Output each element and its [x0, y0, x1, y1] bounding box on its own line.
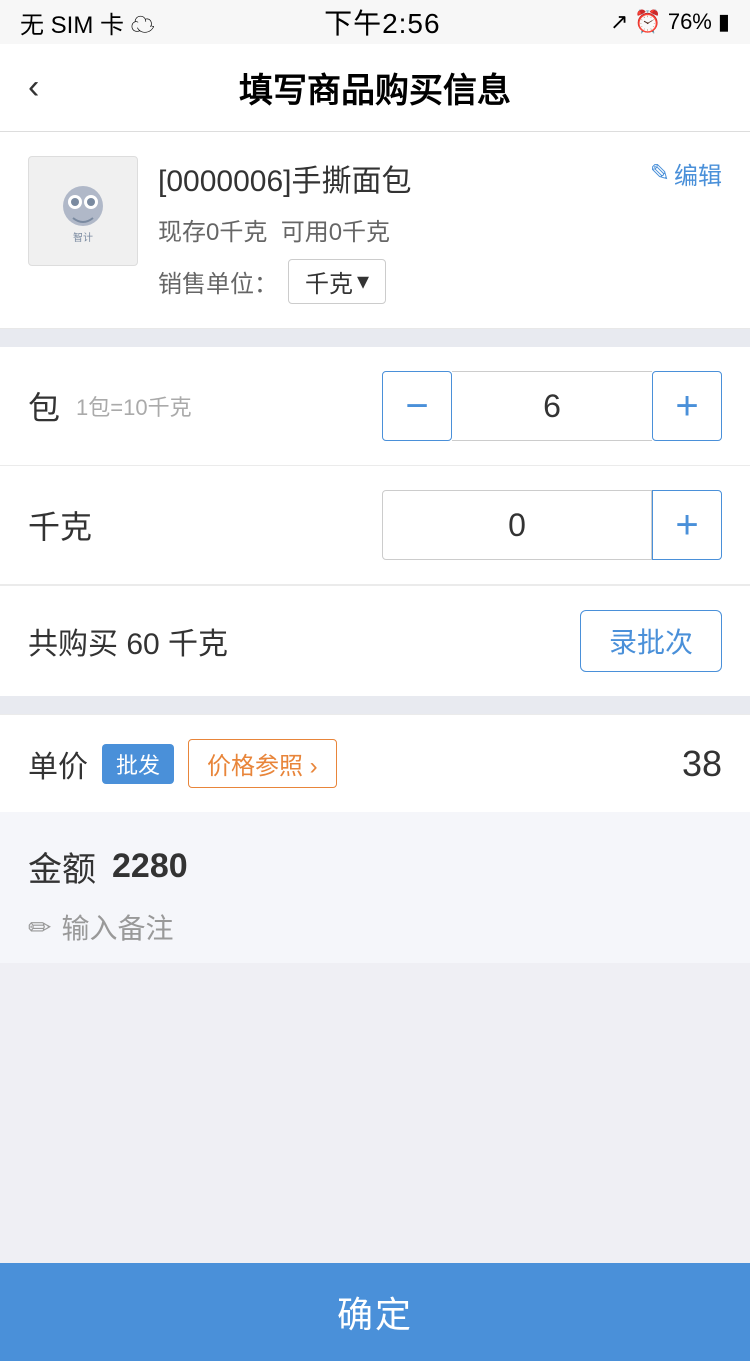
- amount-row: 金额 2280: [28, 842, 722, 891]
- price-reference-button[interactable]: 价格参照 ›: [188, 739, 337, 788]
- edit-icon: ✎: [650, 159, 670, 188]
- dropdown-icon: ▾: [357, 267, 369, 296]
- price-section: 单价 批发 价格参照 › 38: [0, 714, 750, 812]
- kg-plus-button[interactable]: +: [652, 490, 722, 560]
- back-button[interactable]: ‹: [28, 68, 39, 107]
- product-stock: 现存0千克 可用0千克: [158, 212, 722, 247]
- sim-signal: 无 SIM 卡 ☁: [20, 5, 155, 40]
- nav-bar: ‹ 填写商品购买信息: [0, 44, 750, 132]
- package-label: 包: [28, 383, 60, 429]
- svg-text:智计: 智计: [73, 231, 93, 244]
- package-row: 包 1包=10千克 − +: [0, 347, 750, 466]
- batch-button[interactable]: 录批次: [580, 610, 722, 672]
- battery-level: 76%: [668, 9, 712, 35]
- summary-text: 共购买 60 千克: [28, 619, 228, 663]
- note-placeholder: 输入备注: [61, 907, 173, 947]
- product-name: [0000006]手撕面包: [158, 156, 722, 200]
- package-hint: 1包=10千克: [76, 390, 366, 422]
- confirm-button[interactable]: 确定: [0, 1263, 750, 1361]
- kg-label: 千克: [28, 502, 92, 548]
- summary-row: 共购买 60 千克 录批次: [0, 585, 750, 696]
- location-icon: ↗: [610, 9, 628, 35]
- package-input-section: 包 1包=10千克 − + 千克 +: [0, 347, 750, 585]
- unit-label: 销售单位：: [158, 264, 278, 299]
- battery-icon: ▮: [718, 9, 730, 35]
- status-left: 无 SIM 卡 ☁: [20, 5, 155, 40]
- product-section: 智计 [0000006]手撕面包 现存0千克 可用0千克 销售单位： 千克 ▾ …: [0, 132, 750, 329]
- amount-value: 2280: [112, 847, 188, 886]
- amount-label: 金额: [28, 842, 96, 891]
- section-divider-1: [0, 329, 750, 347]
- package-quantity-input[interactable]: [452, 371, 652, 441]
- product-info: [0000006]手撕面包 现存0千克 可用0千克 销售单位： 千克 ▾: [158, 156, 722, 304]
- page-title: 填写商品购买信息: [239, 63, 511, 112]
- alarm-icon: ⏰: [634, 9, 661, 35]
- package-minus-button[interactable]: −: [382, 371, 452, 441]
- package-controls: − +: [382, 371, 722, 441]
- status-time: 下午2:56: [324, 2, 441, 42]
- kg-controls: +: [382, 490, 722, 560]
- package-plus-button[interactable]: +: [652, 371, 722, 441]
- product-image: 智计: [28, 156, 138, 266]
- note-icon: ✏: [28, 911, 51, 944]
- edit-button[interactable]: ✎ 编辑: [650, 156, 722, 191]
- unit-select[interactable]: 千克 ▾: [288, 259, 386, 304]
- blank-area: [0, 963, 750, 1263]
- status-right: ↗ ⏰ 76% ▮: [610, 9, 730, 35]
- product-unit-row: 销售单位： 千克 ▾: [158, 259, 722, 304]
- note-row[interactable]: ✏ 输入备注: [28, 907, 722, 947]
- amount-section: 金额 2280 ✏ 输入备注: [0, 812, 750, 963]
- price-label: 单价: [28, 742, 88, 786]
- price-type-badge: 批发: [102, 744, 174, 784]
- section-divider-2: [0, 696, 750, 714]
- status-bar: 无 SIM 卡 ☁ 下午2:56 ↗ ⏰ 76% ▮: [0, 0, 750, 44]
- kg-quantity-input[interactable]: [382, 490, 652, 560]
- kg-row: 千克 +: [0, 466, 750, 585]
- price-value: 38: [682, 743, 722, 785]
